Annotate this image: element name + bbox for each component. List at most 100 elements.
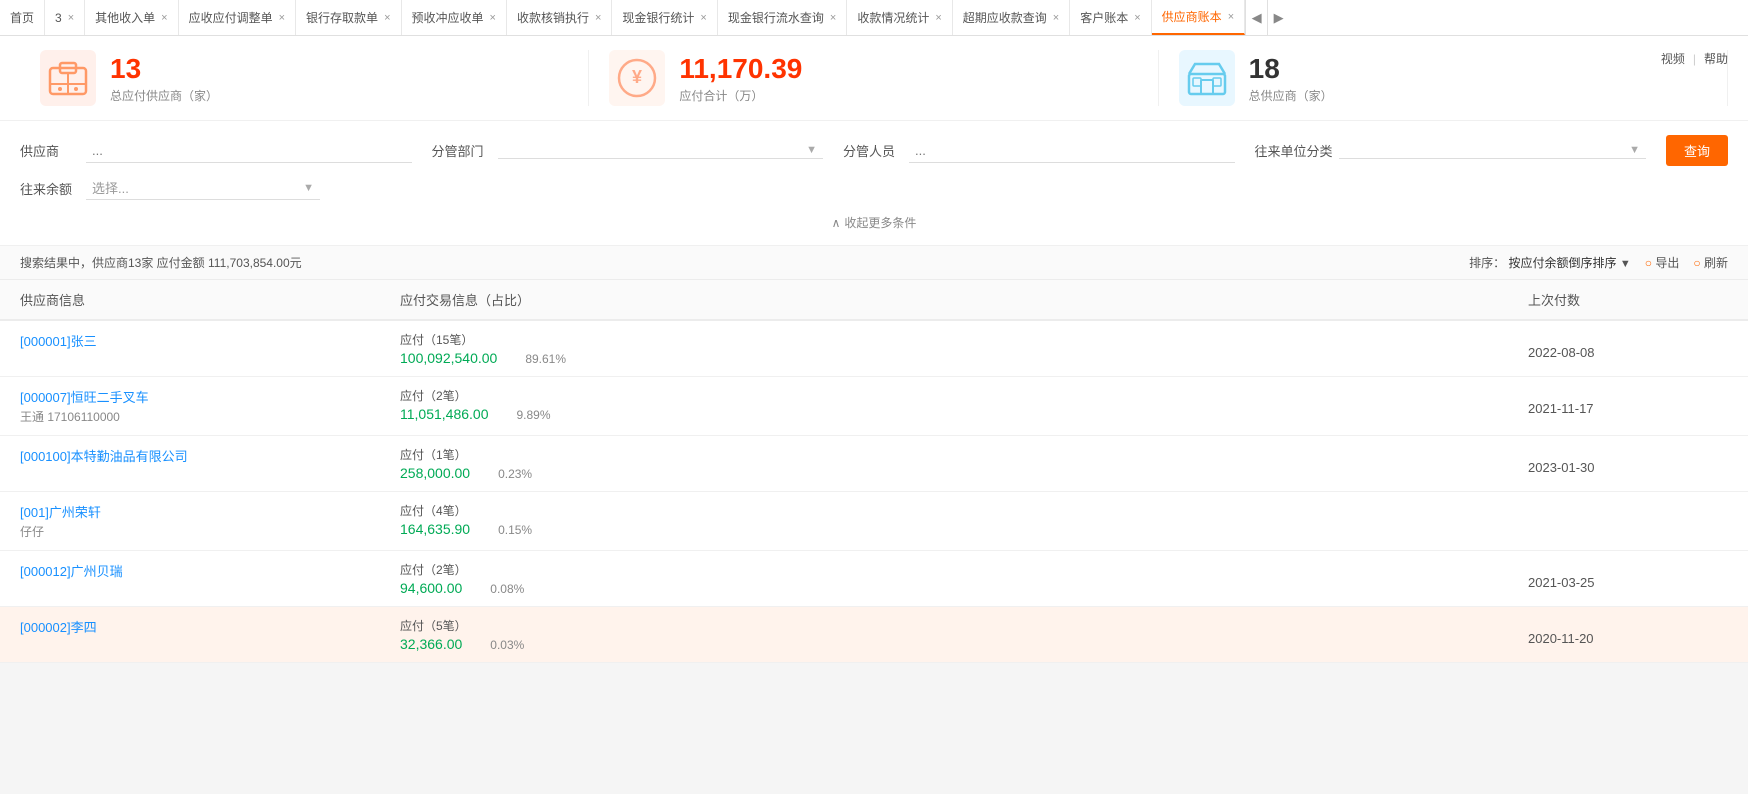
table-row: [000007]恒旺二手叉车 王通 17106110000 应付（2笔） 11,… [0,377,1748,436]
nav-tab-receipt-stat[interactable]: 收款情况统计 × [847,0,952,35]
nav-tab-receipt-verify-close[interactable]: × [595,12,601,24]
transaction-amount-5[interactable]: 94,600.00 [400,580,462,596]
nav-tab-overdue-ar-label: 超期应收款查询 [963,9,1047,26]
filter-person: 分管人员 [843,139,1235,163]
nav-tab-ar-ap-adjust[interactable]: 应收应付调整单 × [179,0,296,35]
transaction-amount-3[interactable]: 258,000.00 [400,465,470,481]
lastpay-cell: 2020-11-20 [1528,617,1728,646]
collapse-icon: ∧ [832,216,841,230]
nav-tab-ar-ap-adjust-close[interactable]: × [279,12,285,24]
video-link[interactable]: 视频 [1661,50,1685,67]
supplier-sub-2: 王通 17106110000 [20,408,400,425]
sort-value[interactable]: 按应付余额倒序排序 [1509,256,1617,270]
action-divider: | [1693,52,1696,66]
supplier-input[interactable] [86,139,412,163]
supplier-icon [40,50,96,106]
nav-tab-3[interactable]: 3 × [45,0,85,35]
nav-tab-supplier-book[interactable]: 供应商账本 × [1152,0,1245,35]
last-pay-date-1: 2022-08-08 [1528,345,1728,360]
category-select[interactable]: ▼ [1339,142,1646,159]
nav-tab-cash-bank-flow-label: 现金银行流水查询 [728,9,824,26]
nav-tab-prepay-ar-label: 预收冲应收单 [412,9,484,26]
nav-tab-home[interactable]: 首页 [0,0,45,35]
export-button[interactable]: ○ 导出 [1645,254,1680,271]
nav-tab-overdue-ar[interactable]: 超期应收款查询 × [953,0,1070,35]
nav-tab-cash-bank-stat-close[interactable]: × [700,12,706,24]
transaction-label-3: 应付（1笔） [400,446,1528,463]
header-transaction-info: 应付交易信息（占比） [400,290,1528,309]
nav-tab-other-income[interactable]: 其他收入单 × [85,0,178,35]
transaction-percent-6: 0.03% [490,638,524,652]
nav-prev-arrow[interactable]: ◀ [1245,0,1267,35]
dept-dropdown-icon: ▼ [806,144,817,156]
transaction-label-1: 应付（15笔） [400,331,1528,348]
dept-select[interactable]: ▼ [498,142,824,159]
nav-tab-overdue-ar-close[interactable]: × [1053,12,1059,24]
query-button[interactable]: 查询 [1666,135,1728,166]
person-input[interactable] [909,139,1235,163]
money-icon: ¥ [609,50,665,106]
balance-select-text: 选择... [92,178,303,197]
transaction-info-cell: 应付（15笔） 100,092,540.00 89.61% [400,331,1528,366]
header-supplier-info: 供应商信息 [20,290,400,309]
nav-tab-3-close[interactable]: × [68,12,74,24]
transaction-row-3: 258,000.00 0.23% [400,465,1528,481]
supplier-link-1[interactable]: [000001]张三 [20,334,97,349]
supplier-info-cell: [000001]张三 [20,331,400,350]
transaction-row-5: 94,600.00 0.08% [400,580,1528,596]
nav-tab-bank-deposit-label: 银行存取款单 [306,9,378,26]
filter-person-label: 分管人员 [843,141,903,160]
supplier-link-5[interactable]: [000012]广州贝瑞 [20,564,123,579]
transaction-percent-5: 0.08% [490,582,524,596]
nav-tab-cash-bank-stat-label: 现金银行统计 [622,9,694,26]
payable-suppliers-label: 总应付供应商（家） [110,87,218,104]
transaction-amount-4[interactable]: 164,635.90 [400,521,470,537]
nav-tab-3-label: 3 [55,11,62,25]
nav-tab-receipt-verify[interactable]: 收款核销执行 × [507,0,612,35]
nav-tab-bank-deposit[interactable]: 银行存取款单 × [296,0,401,35]
table-row: [000001]张三 应付（15笔） 100,092,540.00 89.61%… [0,321,1748,377]
nav-tab-supplier-book-close[interactable]: × [1228,11,1234,23]
filter-row-2: 往来余额 选择... ▼ [20,176,1728,200]
header-last-pay: 上次付数 [1528,290,1728,309]
supplier-info-cell: [000007]恒旺二手叉车 王通 17106110000 [20,387,400,425]
transaction-label-5: 应付（2笔） [400,561,1528,578]
help-link[interactable]: 帮助 [1704,50,1728,67]
transaction-info-cell: 应付（2笔） 94,600.00 0.08% [400,561,1528,596]
last-pay-date-6: 2020-11-20 [1528,631,1728,646]
nav-next-arrow[interactable]: ▶ [1267,0,1289,35]
transaction-amount-1[interactable]: 100,092,540.00 [400,350,497,366]
payable-suppliers-number: 13 [110,52,218,86]
supplier-link-2[interactable]: [000007]恒旺二手叉车 [20,390,149,405]
supplier-info-cell: [000012]广州贝瑞 [20,561,400,580]
supplier-link-3[interactable]: [000100]本特勤油品有限公司 [20,449,188,464]
refresh-button[interactable]: ○ 刷新 [1693,254,1728,271]
nav-tab-receipt-verify-label: 收款核销执行 [517,9,589,26]
nav-tab-supplier-book-label: 供应商账本 [1162,8,1222,25]
transaction-amount-6[interactable]: 32,366.00 [400,636,462,652]
nav-tab-customer-book-close[interactable]: × [1134,12,1140,24]
nav-tab-cash-bank-flow[interactable]: 现金银行流水查询 × [718,0,847,35]
export-icon: ○ [1645,256,1652,270]
nav-tab-prepay-ar-close[interactable]: × [490,12,496,24]
lastpay-cell: 2023-01-30 [1528,446,1728,475]
balance-select[interactable]: 选择... ▼ [86,176,320,200]
transaction-row-2: 11,051,486.00 9.89% [400,406,1528,422]
summary-payable-suppliers: 13 总应付供应商（家） [20,50,589,106]
nav-tab-ar-ap-adjust-label: 应收应付调整单 [189,9,273,26]
supplier-link-6[interactable]: [000002]李四 [20,620,97,635]
nav-tab-other-income-close[interactable]: × [161,12,167,24]
nav-tab-customer-book[interactable]: 客户账本 × [1070,0,1151,35]
nav-tab-prepay-ar[interactable]: 预收冲应收单 × [402,0,507,35]
transaction-row-1: 100,092,540.00 89.61% [400,350,1528,366]
supplier-link-4[interactable]: [001]广州荣轩 [20,505,101,520]
sort-dropdown-icon[interactable]: ▼ [1620,258,1631,270]
transaction-amount-2[interactable]: 11,051,486.00 [400,406,489,422]
nav-tab-bank-deposit-close[interactable]: × [384,12,390,24]
filter-supplier: 供应商 [20,139,412,163]
transaction-label-6: 应付（5笔） [400,617,1528,634]
nav-tab-cash-bank-flow-close[interactable]: × [830,12,836,24]
collapse-button[interactable]: ∧ 收起更多条件 [20,210,1728,235]
nav-tab-cash-bank-stat[interactable]: 现金银行统计 × [612,0,717,35]
nav-tab-receipt-stat-close[interactable]: × [935,12,941,24]
